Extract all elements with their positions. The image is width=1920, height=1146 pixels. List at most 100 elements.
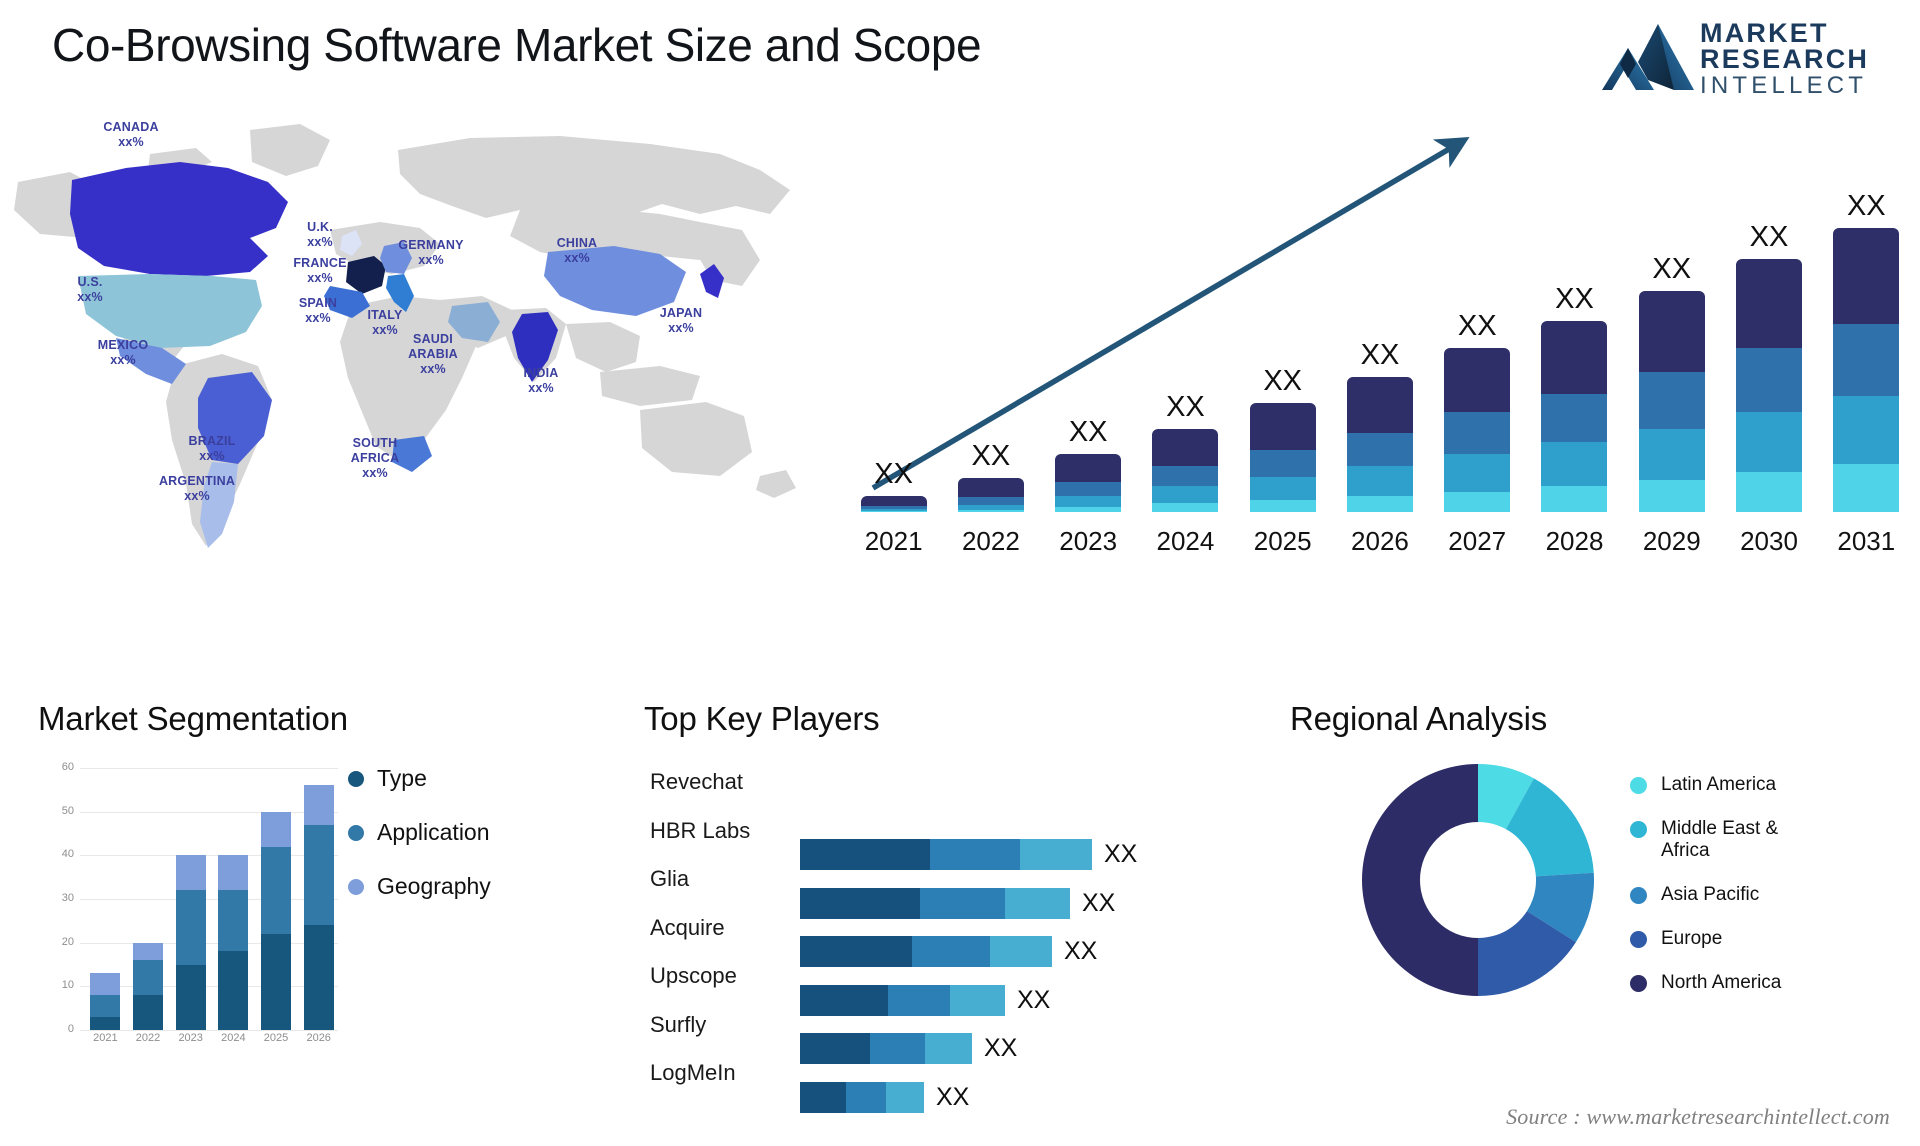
market-segmentation-chart: 0 10 20 30 40 50 60 2021 2022 2023 2024 2025 2026	[40, 761, 340, 1044]
legend-swatch-icon	[1630, 931, 1647, 948]
segmentation-legend-label: Geography	[377, 873, 491, 899]
forecast-segment-segment-3	[1346, 432, 1413, 467]
forecast-column-2029: XX	[1623, 253, 1720, 512]
map-label-japan: JAPAN xx%	[659, 306, 703, 335]
forecast-segment-segment-1	[1346, 495, 1413, 512]
world-map-panel: CANADA xx% U.S. xx% MEXICO xx% BRAZIL xx…	[0, 110, 840, 560]
segmentation-x-label-2022: 2022	[135, 1032, 161, 1044]
segmentation-bar-2022	[132, 942, 163, 1030]
player-bar-row: XX	[800, 1025, 1137, 1074]
map-label-uk: U.K. xx%	[307, 220, 333, 249]
segmentation-segment-geography	[218, 855, 249, 891]
segmentation-y-tick-40: 40	[61, 848, 74, 861]
map-label-france: FRANCE xx%	[293, 256, 347, 285]
player-bar-row: XX	[800, 831, 1137, 880]
forecast-column-2025: XX	[1234, 365, 1331, 512]
forecast-x-label-2022: 2022	[961, 526, 1020, 556]
player-segment-part-3	[950, 984, 1005, 1016]
segmentation-segment-application	[90, 995, 121, 1017]
forecast-bar	[1736, 258, 1803, 512]
regional-legend-label: Europe	[1661, 928, 1723, 949]
segmentation-bar-2026	[303, 785, 334, 1030]
forecast-segment-segment-4	[1346, 377, 1413, 433]
segmentation-x-label-2025: 2025	[263, 1032, 289, 1044]
forecast-segment-segment-3	[1833, 323, 1900, 397]
player-segment-part-1	[800, 1081, 846, 1113]
player-bar	[800, 839, 1092, 871]
segmentation-y-tick-0: 0	[67, 1023, 74, 1035]
player-bar-row	[800, 782, 1137, 831]
forecast-segment-segment-2	[1541, 442, 1608, 487]
map-label-spain: SPAIN xx%	[298, 296, 338, 325]
player-segment-part-2	[846, 1081, 886, 1113]
forecast-x-label-2023: 2023	[1059, 526, 1118, 556]
segmentation-segment-application	[132, 960, 163, 996]
player-segment-part-3	[1005, 887, 1070, 919]
forecast-segment-segment-3	[1152, 465, 1219, 486]
legend-swatch-icon	[1630, 887, 1647, 904]
map-label-south-africa: SOUTH AFRICA xx%	[350, 436, 400, 480]
forecast-x-label-2028: 2028	[1545, 526, 1604, 556]
donut-slice-north-america	[1362, 764, 1478, 996]
forecast-value-label: XX	[1555, 282, 1594, 315]
forecast-column-2022: XX	[942, 440, 1039, 512]
forecast-x-label-2024: 2024	[1156, 526, 1215, 556]
forecast-value-label: XX	[1360, 339, 1400, 372]
forecast-bar	[1833, 228, 1900, 512]
brand-logo: MARKET RESEARCH INTELLECT	[1602, 18, 1902, 100]
player-bar	[800, 984, 1005, 1016]
brand-logo-text: MARKET RESEARCH INTELLECT	[1700, 20, 1905, 100]
segmentation-segment-geography	[90, 973, 121, 996]
player-bar	[800, 1033, 972, 1065]
forecast-segment-segment-1	[1638, 479, 1705, 512]
source-attribution: Source : www.marketresearchintellect.com	[1506, 1104, 1890, 1129]
segmentation-bar-2023	[175, 855, 206, 1030]
forecast-segment-segment-2	[1833, 396, 1900, 464]
forecast-segment-segment-4	[1638, 291, 1705, 373]
segmentation-legend-label: Type	[377, 765, 427, 791]
regional-analysis-legend: Latin America Middle East & Africa Asia Pa…	[1630, 774, 1816, 1016]
player-name-glia: Glia	[650, 866, 690, 891]
segmentation-x-axis: 2021 2022 2023 2024 2025 2026	[84, 1032, 340, 1044]
player-segment-part-3	[990, 936, 1052, 968]
forecast-segment-segment-3	[957, 497, 1024, 505]
forecast-column-2026: XX	[1331, 339, 1428, 512]
player-bar-row: XX	[800, 879, 1137, 928]
legend-swatch-icon	[348, 824, 364, 841]
player-value-label: XX	[1082, 888, 1116, 917]
regional-analysis-panel: Regional Analysis Latin America Middle Ea…	[1290, 700, 1920, 1130]
segmentation-y-tick-10: 10	[61, 979, 74, 992]
segmentation-segment-application	[218, 890, 249, 952]
forecast-x-axis: 2021 2022 2023 2024 2025 2026 2027 2028 2029 2030…	[845, 526, 1915, 557]
forecast-segment-segment-1	[1249, 499, 1316, 512]
forecast-value-label: XX	[1263, 364, 1303, 397]
segmentation-legend-item-geography: Geography	[348, 873, 491, 900]
forecast-segment-segment-1	[1152, 503, 1219, 512]
players-name-list: Revechat HBR Labs Glia Acquire Upscope Surfly…	[650, 758, 750, 1098]
page-header: Co-Browsing Software Market Size and Sco…	[0, 0, 1920, 118]
segmentation-segment-type	[132, 995, 163, 1030]
forecast-x-label-2029: 2029	[1642, 526, 1701, 556]
player-name-surfly: Surfly	[650, 1011, 707, 1037]
segmentation-segment-geography	[303, 785, 334, 825]
regional-analysis-donut-chart	[1362, 764, 1594, 996]
segmentation-legend-item-application: Application	[348, 819, 491, 846]
segmentation-x-label-2021: 2021	[93, 1032, 118, 1044]
forecast-segment-segment-2	[1638, 428, 1705, 480]
forecast-value-label: XX	[971, 440, 1011, 473]
forecast-segment-segment-1	[1055, 506, 1122, 512]
segmentation-segment-geography	[260, 811, 291, 847]
player-segment-part-2	[912, 936, 990, 968]
forecast-segment-segment-1	[957, 509, 1024, 512]
player-bar-row: XX	[800, 928, 1137, 977]
map-label-us: U.S. xx%	[77, 275, 103, 304]
forecast-value-label: XX	[1846, 190, 1886, 222]
logo-line-intellect: INTELLECT	[1700, 72, 1868, 99]
regional-legend-label: Middle East & Africa	[1661, 818, 1779, 861]
regional-legend-label: Asia Pacific	[1661, 884, 1760, 905]
forecast-column-2021: XX	[845, 458, 942, 512]
segmentation-y-tick-20: 20	[61, 935, 74, 948]
forecast-segment-segment-3	[1249, 450, 1316, 478]
segmentation-segment-geography	[175, 855, 206, 891]
map-label-india: INDIA xx%	[523, 366, 559, 395]
